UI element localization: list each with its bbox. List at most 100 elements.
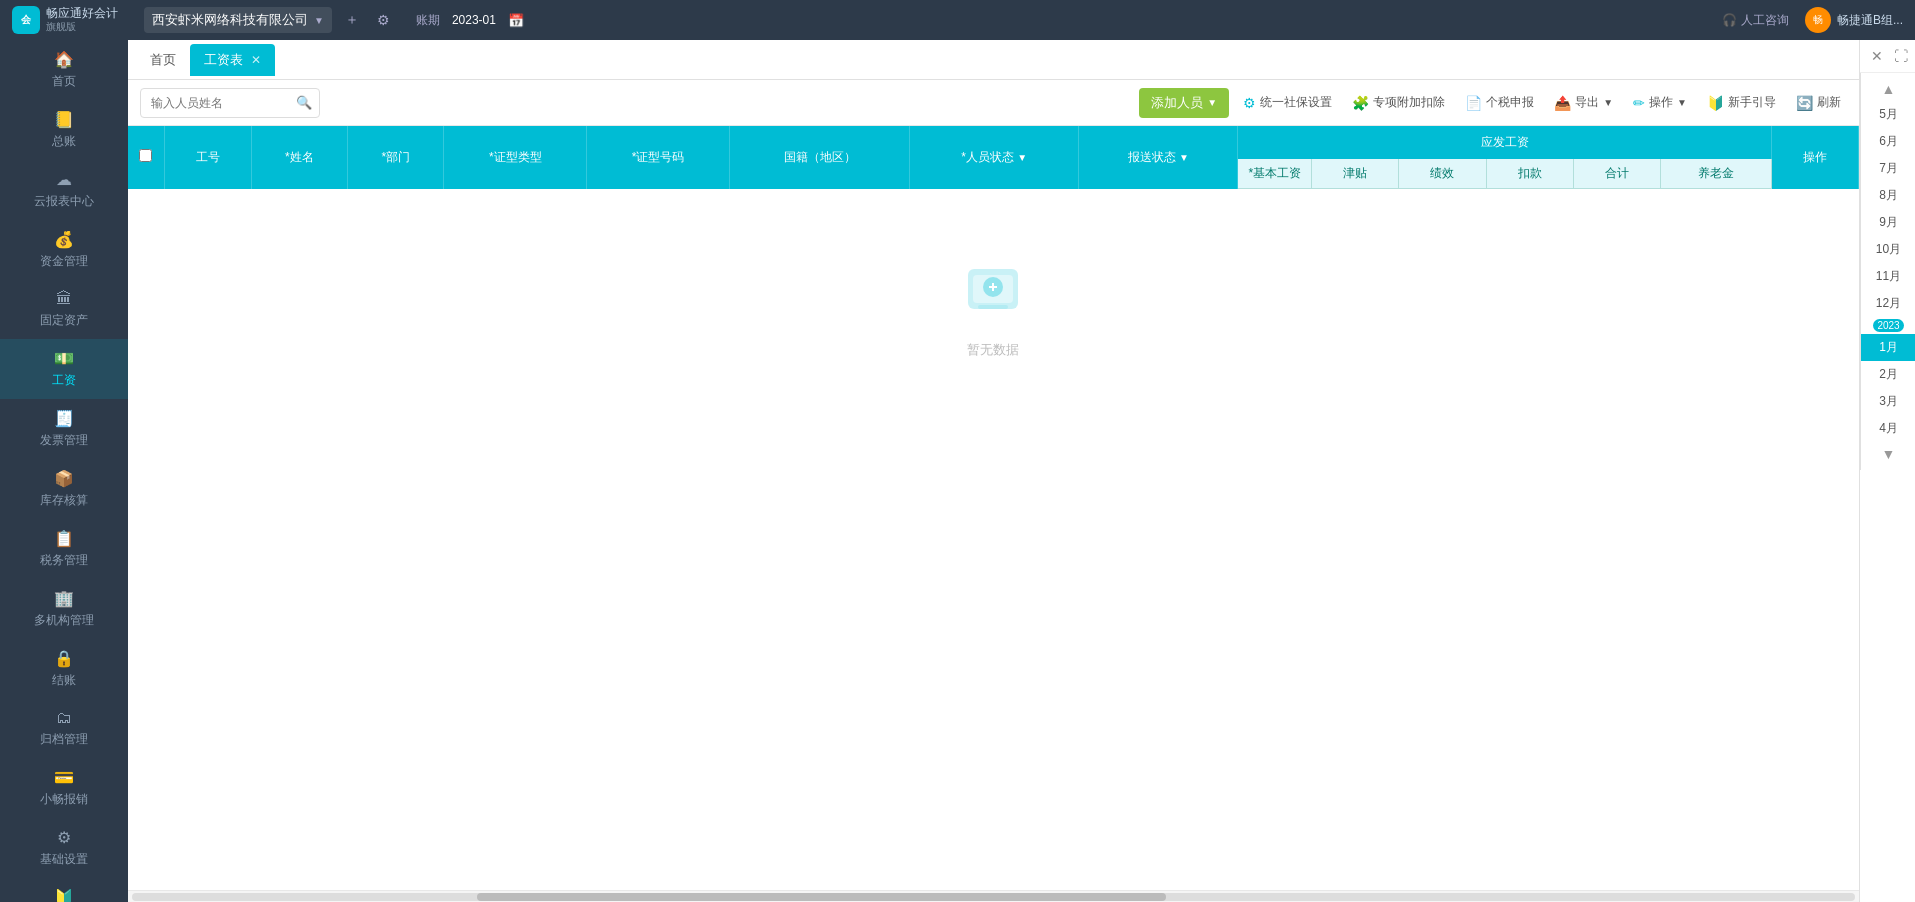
sidebar-label-close: 结账 [52, 672, 76, 689]
tab-home[interactable]: 首页 [136, 44, 190, 76]
period-label: 账期 [416, 12, 440, 29]
sidebar-item-expense[interactable]: 💳 小畅报销 [0, 758, 128, 818]
operation-arrow-icon: ▼ [1677, 97, 1687, 108]
guide-button[interactable]: 🔰 新手引导 [1701, 94, 1782, 111]
sidebar-label-fund: 资金管理 [40, 253, 88, 270]
month-item-3[interactable]: 3月 [1861, 388, 1915, 415]
sidebar-item-multi[interactable]: 🏢 多机构管理 [0, 579, 128, 639]
month-item-8[interactable]: 8月 [1861, 182, 1915, 209]
sidebar-item-cloud[interactable]: ☁ 云报表中心 [0, 160, 128, 220]
tab-salary-table[interactable]: 工资表 ✕ [190, 44, 275, 76]
settings-button[interactable]: ⚙ [372, 8, 396, 32]
cloud-icon: ☁ [56, 170, 72, 189]
sidebar-item-salary[interactable]: 💵 工资 [0, 339, 128, 399]
inventory-icon: 📦 [54, 469, 74, 488]
salary-icon: 💵 [54, 349, 74, 368]
month-nav-up[interactable]: ▲ [1861, 77, 1915, 101]
tax-icon: 📋 [54, 529, 74, 548]
report-filter-icon[interactable]: ▼ [1179, 152, 1189, 163]
main-layout: 🏠 首页 📒 总账 ☁ 云报表中心 💰 资金管理 🏛 固定资产 💵 工资 🧾 发… [0, 40, 1915, 902]
sidebar: 🏠 首页 📒 总账 ☁ 云报表中心 💰 资金管理 🏛 固定资产 💵 工资 🧾 发… [0, 40, 128, 902]
month-item-4[interactable]: 4月 [1861, 415, 1915, 442]
sidebar-label-ledger: 总账 [52, 133, 76, 150]
add-company-button[interactable]: ＋ [340, 8, 364, 32]
empty-icon [953, 249, 1033, 329]
scrollbar-thumb[interactable] [477, 893, 1166, 901]
month-item-5[interactable]: 5月 [1861, 101, 1915, 128]
fund-icon: 💰 [54, 230, 74, 249]
refresh-button[interactable]: 🔄 刷新 [1790, 94, 1847, 111]
sidebar-item-asset[interactable]: 🏛 固定资产 [0, 280, 128, 339]
month-item-1[interactable]: 1月 [1861, 334, 1915, 361]
month-item-11[interactable]: 11月 [1861, 263, 1915, 290]
export-label: 导出 [1575, 94, 1599, 111]
month-item-10[interactable]: 10月 [1861, 236, 1915, 263]
tab-bar: 首页 工资表 ✕ [128, 40, 1859, 80]
add-person-button[interactable]: 添加人员 ▼ [1139, 88, 1229, 118]
month-item-7[interactable]: 7月 [1861, 155, 1915, 182]
user-badge[interactable]: 畅 畅捷通B组... [1805, 7, 1903, 33]
th-job-no: 工号 [164, 126, 251, 189]
select-all-checkbox[interactable] [139, 149, 152, 162]
th-status: *人员状态 ▼ [910, 126, 1079, 189]
guide-label: 新手引导 [1728, 94, 1776, 111]
search-wrapper: 🔍 [140, 88, 320, 118]
sidebar-item-ledger[interactable]: 📒 总账 [0, 100, 128, 160]
th-dept: *部门 [348, 126, 444, 189]
export-icon: 📤 [1554, 95, 1571, 111]
support-button[interactable]: 🎧 人工咨询 [1722, 12, 1789, 29]
sidebar-item-guide[interactable]: 🔰 新手引导 [0, 878, 128, 902]
th-country: 国籍（地区） [730, 126, 910, 189]
month-item-6[interactable]: 6月 [1861, 128, 1915, 155]
sidebar-label-archive: 归档管理 [40, 731, 88, 748]
calendar-icon[interactable]: 📅 [508, 13, 524, 28]
home-icon: 🏠 [54, 50, 74, 69]
th-allowance: 津贴 [1312, 159, 1399, 189]
month-nav-down[interactable]: ▼ [1861, 442, 1915, 466]
refresh-label: 刷新 [1817, 94, 1841, 111]
sidebar-label-invoice: 发票管理 [40, 432, 88, 449]
sidebar-item-tax[interactable]: 📋 税务管理 [0, 519, 128, 579]
special-deduction-button[interactable]: 🧩 专项附加扣除 [1346, 94, 1451, 111]
horizontal-scrollbar[interactable] [132, 893, 1855, 901]
tax-return-button[interactable]: 📄 个税申报 [1459, 94, 1540, 111]
month-item-12[interactable]: 12月 [1861, 290, 1915, 317]
close-panel-button[interactable]: ✕ [1867, 46, 1887, 66]
status-filter-icon[interactable]: ▼ [1017, 152, 1027, 163]
svg-rect-5 [978, 305, 1008, 309]
company-name: 西安虾米网络科技有限公司 [152, 11, 308, 29]
company-selector[interactable]: 西安虾米网络科技有限公司 ▼ [144, 7, 332, 33]
social-security-button[interactable]: ⚙ 统一社保设置 [1237, 94, 1338, 111]
social-security-icon: ⚙ [1243, 95, 1256, 111]
tab-close-icon[interactable]: ✕ [251, 53, 261, 67]
operation-icon: ✏ [1633, 95, 1645, 111]
th-total: 合计 [1573, 159, 1660, 189]
month-item-2[interactable]: 2月 [1861, 361, 1915, 388]
sidebar-item-close[interactable]: 🔒 结账 [0, 639, 128, 699]
th-report-status: 报送状态 ▼ [1078, 126, 1237, 189]
operation-button[interactable]: ✏ 操作 ▼ [1627, 94, 1693, 111]
toolbar: 🔍 添加人员 ▼ ⚙ 统一社保设置 🧩 专项附加扣除 📄 个税申报 📤 导出 [128, 80, 1859, 126]
special-deduction-label: 专项附加扣除 [1373, 94, 1445, 111]
sidebar-item-fund[interactable]: 💰 资金管理 [0, 220, 128, 280]
sidebar-item-inventory[interactable]: 📦 库存核算 [0, 459, 128, 519]
table-wrapper: 工号 *姓名 *部门 *证型类型 *证型号码 [128, 126, 1859, 890]
export-button[interactable]: 📤 导出 ▼ [1548, 94, 1619, 111]
month-item-9[interactable]: 9月 [1861, 209, 1915, 236]
th-performance: 绩效 [1399, 159, 1486, 189]
logo-text-block: 畅应通好会计 旗舰版 [46, 6, 118, 34]
sidebar-item-settings[interactable]: ⚙ 基础设置 [0, 818, 128, 878]
month-panel: ▲ 5月 6月 7月 8月 9月 10月 11月 12月 [1860, 73, 1915, 470]
sidebar-item-invoice[interactable]: 🧾 发票管理 [0, 399, 128, 459]
sidebar-item-home[interactable]: 🏠 首页 [0, 40, 128, 100]
th-checkbox [128, 126, 164, 189]
search-input[interactable] [140, 88, 320, 118]
user-name: 畅捷通B组... [1837, 12, 1903, 29]
top-bar-right: 🎧 人工咨询 畅 畅捷通B组... [1722, 7, 1903, 33]
expand-panel-button[interactable]: ⛶ [1891, 46, 1911, 66]
logo-subtitle: 旗舰版 [46, 20, 118, 34]
period-value: 2023-01 [452, 13, 496, 27]
sidebar-item-archive[interactable]: 🗂 归档管理 [0, 699, 128, 758]
th-name: *姓名 [251, 126, 347, 189]
empty-text: 暂无数据 [967, 341, 1019, 359]
